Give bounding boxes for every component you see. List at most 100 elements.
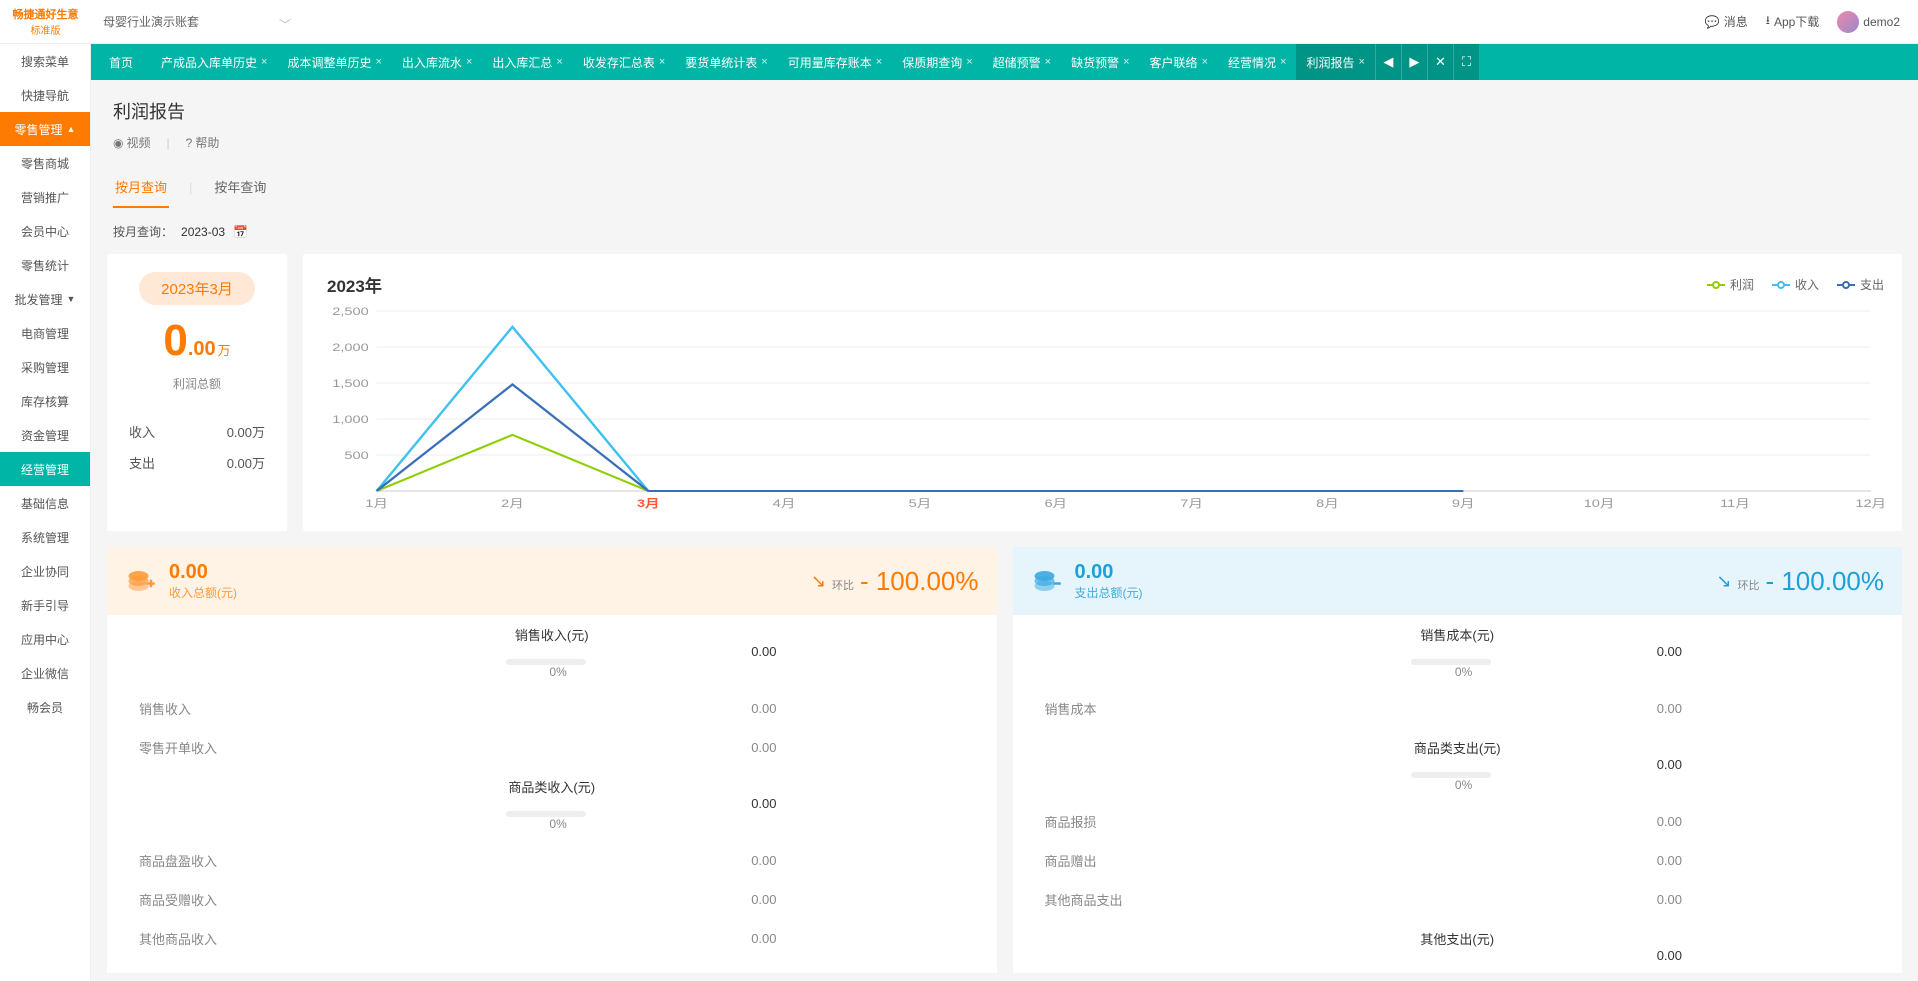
help-video-link[interactable]: ◉ 视频 xyxy=(113,134,151,151)
legend-item[interactable]: 收入 xyxy=(1772,276,1819,293)
svg-text:2月: 2月 xyxy=(501,497,524,510)
query-date[interactable]: 2023-03 xyxy=(181,225,225,239)
expense-value: 0.00 xyxy=(1075,561,1143,584)
sidebar-item-9[interactable]: 采购管理 xyxy=(0,350,90,384)
sidebar-item-6[interactable]: 零售统计 xyxy=(0,248,90,282)
tab-7[interactable]: 保质期查询× xyxy=(892,44,982,80)
qtab-month[interactable]: 按月查询 xyxy=(113,167,169,208)
close-icon[interactable]: × xyxy=(261,56,267,68)
sidebar-item-12[interactable]: 经营管理 xyxy=(0,452,90,486)
close-icon[interactable]: × xyxy=(1280,56,1286,68)
sidebar-item-0[interactable]: 搜索菜单 xyxy=(0,44,90,78)
calendar-icon[interactable]: 📅 xyxy=(233,225,248,239)
sidebar-item-16[interactable]: 新手引导 xyxy=(0,588,90,622)
close-icon[interactable]: × xyxy=(659,56,665,68)
close-icon[interactable]: × xyxy=(466,56,472,68)
row-label: 其他商品支出 xyxy=(1045,890,1123,909)
sidebar-item-10[interactable]: 库存核算 xyxy=(0,384,90,418)
app-download-link[interactable]: ⭳ App下载 xyxy=(1766,11,1820,32)
account-name: 母婴行业演示账套 xyxy=(103,15,199,29)
sidebar-item-19[interactable]: 畅会员 xyxy=(0,690,90,724)
close-icon[interactable]: × xyxy=(876,56,882,68)
chart-card: 2023年 利润收入支出 5001,0001,5002,0002,5001月2月… xyxy=(303,254,1902,531)
tab-label: 产成品入库单历史 xyxy=(161,54,257,71)
tab-10[interactable]: 客户联络× xyxy=(1140,44,1218,80)
sidebar-item-1[interactable]: 快捷导航 xyxy=(0,78,90,112)
sidebar-item-15[interactable]: 企业协同 xyxy=(0,554,90,588)
row-value: 0.00 xyxy=(751,853,776,868)
sidebar-item-14[interactable]: 系统管理 xyxy=(0,520,90,554)
sidebar-item-18[interactable]: 企业微信 xyxy=(0,656,90,690)
sidebar-item-8[interactable]: 电商管理 xyxy=(0,316,90,350)
close-icon[interactable]: × xyxy=(556,56,562,68)
row-value: 0.00 xyxy=(751,740,776,755)
chart-legend: 利润 收入 支出 xyxy=(1707,276,1884,293)
sidebar-item-17[interactable]: 应用中心 xyxy=(0,622,90,656)
income-pct: - 100.00% xyxy=(860,566,979,597)
tab-home[interactable]: 首页 xyxy=(91,44,151,80)
help-link[interactable]: ? 帮助 xyxy=(186,134,220,151)
row-label: 商品赠出 xyxy=(1045,851,1097,870)
qtab-year[interactable]: 按年查询 xyxy=(212,167,268,208)
trend-down-icon: ↘ xyxy=(811,571,826,592)
close-icon[interactable]: × xyxy=(375,56,381,68)
header: 畅捷通好生意 标准版 母婴行业演示账套 ﹀ 💬 消息 ⭳ App下载 demo2 xyxy=(0,0,1918,44)
tab-fullscreen[interactable]: ⛶ xyxy=(1453,44,1479,80)
tab-label: 超储预警 xyxy=(993,54,1041,71)
sidebar-item-7[interactable]: 批发管理▼ xyxy=(0,282,90,316)
close-icon[interactable]: × xyxy=(1123,56,1129,68)
tab-8[interactable]: 超储预警 × xyxy=(983,44,1061,80)
logo[interactable]: 畅捷通好生意 标准版 xyxy=(0,0,91,44)
income-label: 收入总额(元) xyxy=(169,584,237,601)
sidebar-item-5[interactable]: 会员中心 xyxy=(0,214,90,248)
close-icon[interactable]: × xyxy=(761,56,767,68)
hb-label: 环比 xyxy=(832,577,854,593)
row-label: 销售收入(元) xyxy=(515,625,589,644)
account-select[interactable]: 母婴行业演示账套 ﹀ xyxy=(91,13,291,30)
tab-12[interactable]: 利润报告× xyxy=(1296,44,1374,80)
close-icon[interactable]: × xyxy=(1358,56,1364,68)
tab-11[interactable]: 经营情况× xyxy=(1218,44,1296,80)
logo-sub: 标准版 xyxy=(31,22,61,37)
close-icon[interactable]: × xyxy=(1045,56,1051,68)
svg-text:6月: 6月 xyxy=(1044,497,1067,510)
row-label: 其他商品收入 xyxy=(139,929,217,948)
sidebar-item-13[interactable]: 基础信息 xyxy=(0,486,90,520)
query-row: 按月查询： 2023-03 📅 xyxy=(91,209,1918,254)
sidebar-item-3[interactable]: 零售商城 xyxy=(0,146,90,180)
sidebar-item-11[interactable]: 资金管理 xyxy=(0,418,90,452)
tab-9[interactable]: 缺货预警× xyxy=(1061,44,1139,80)
sidebar-item-4[interactable]: 营销推广 xyxy=(0,180,90,214)
income-value: 0.00 xyxy=(169,561,237,584)
close-icon[interactable]: × xyxy=(966,56,972,68)
row-value: 0.00 xyxy=(751,931,776,946)
tab-bar: 首页 产成品入库单历史×成本调整单历史×出入库流水×出入库汇总×收发存汇总表×要… xyxy=(91,44,1918,80)
tab-5[interactable]: 要货单统计表× xyxy=(675,44,777,80)
chevron-icon: ▼ xyxy=(67,294,76,304)
tab-2[interactable]: 出入库流水× xyxy=(392,44,482,80)
row-value: 0.00 xyxy=(1657,853,1682,868)
legend-item[interactable]: 利润 xyxy=(1707,276,1754,293)
line-chart: 5001,0001,5002,0002,5001月2月3月4月5月6月7月8月9… xyxy=(321,303,1884,513)
panel-row: 其他商品收入 0.00 xyxy=(107,919,997,958)
user-menu[interactable]: demo2 xyxy=(1837,11,1900,33)
messages-link[interactable]: 💬 消息 xyxy=(1705,13,1748,30)
tab-3[interactable]: 出入库汇总× xyxy=(482,44,572,80)
tab-6[interactable]: 可用量库存账本× xyxy=(778,44,892,80)
expense-panel: 0.00 支出总额(元) ↘ 环比 - 100.00% 销售成本(元)0.000… xyxy=(1013,547,1903,973)
tab-1[interactable]: 成本调整单历史× xyxy=(277,44,391,80)
tab-0[interactable]: 产成品入库单历史 × xyxy=(151,44,277,80)
row-value: 0.00 xyxy=(751,892,776,907)
sidebar-item-2[interactable]: 零售管理▲ xyxy=(0,112,90,146)
tab-close-all[interactable]: ✕ xyxy=(1427,44,1453,80)
legend-item[interactable]: 支出 xyxy=(1837,276,1884,293)
row-value: 0.00 xyxy=(1657,701,1682,716)
panel-row: 销售成本 0.00 xyxy=(1013,689,1903,728)
svg-text:8月: 8月 xyxy=(1316,497,1339,510)
close-icon[interactable]: × xyxy=(1202,56,1208,68)
app-label: App下载 xyxy=(1774,13,1819,30)
row-label: 销售成本 xyxy=(1045,699,1097,718)
tab-4[interactable]: 收发存汇总表× xyxy=(573,44,675,80)
tab-scroll-right[interactable]: ▶ xyxy=(1401,44,1427,80)
tab-scroll-left[interactable]: ◀ xyxy=(1375,44,1401,80)
